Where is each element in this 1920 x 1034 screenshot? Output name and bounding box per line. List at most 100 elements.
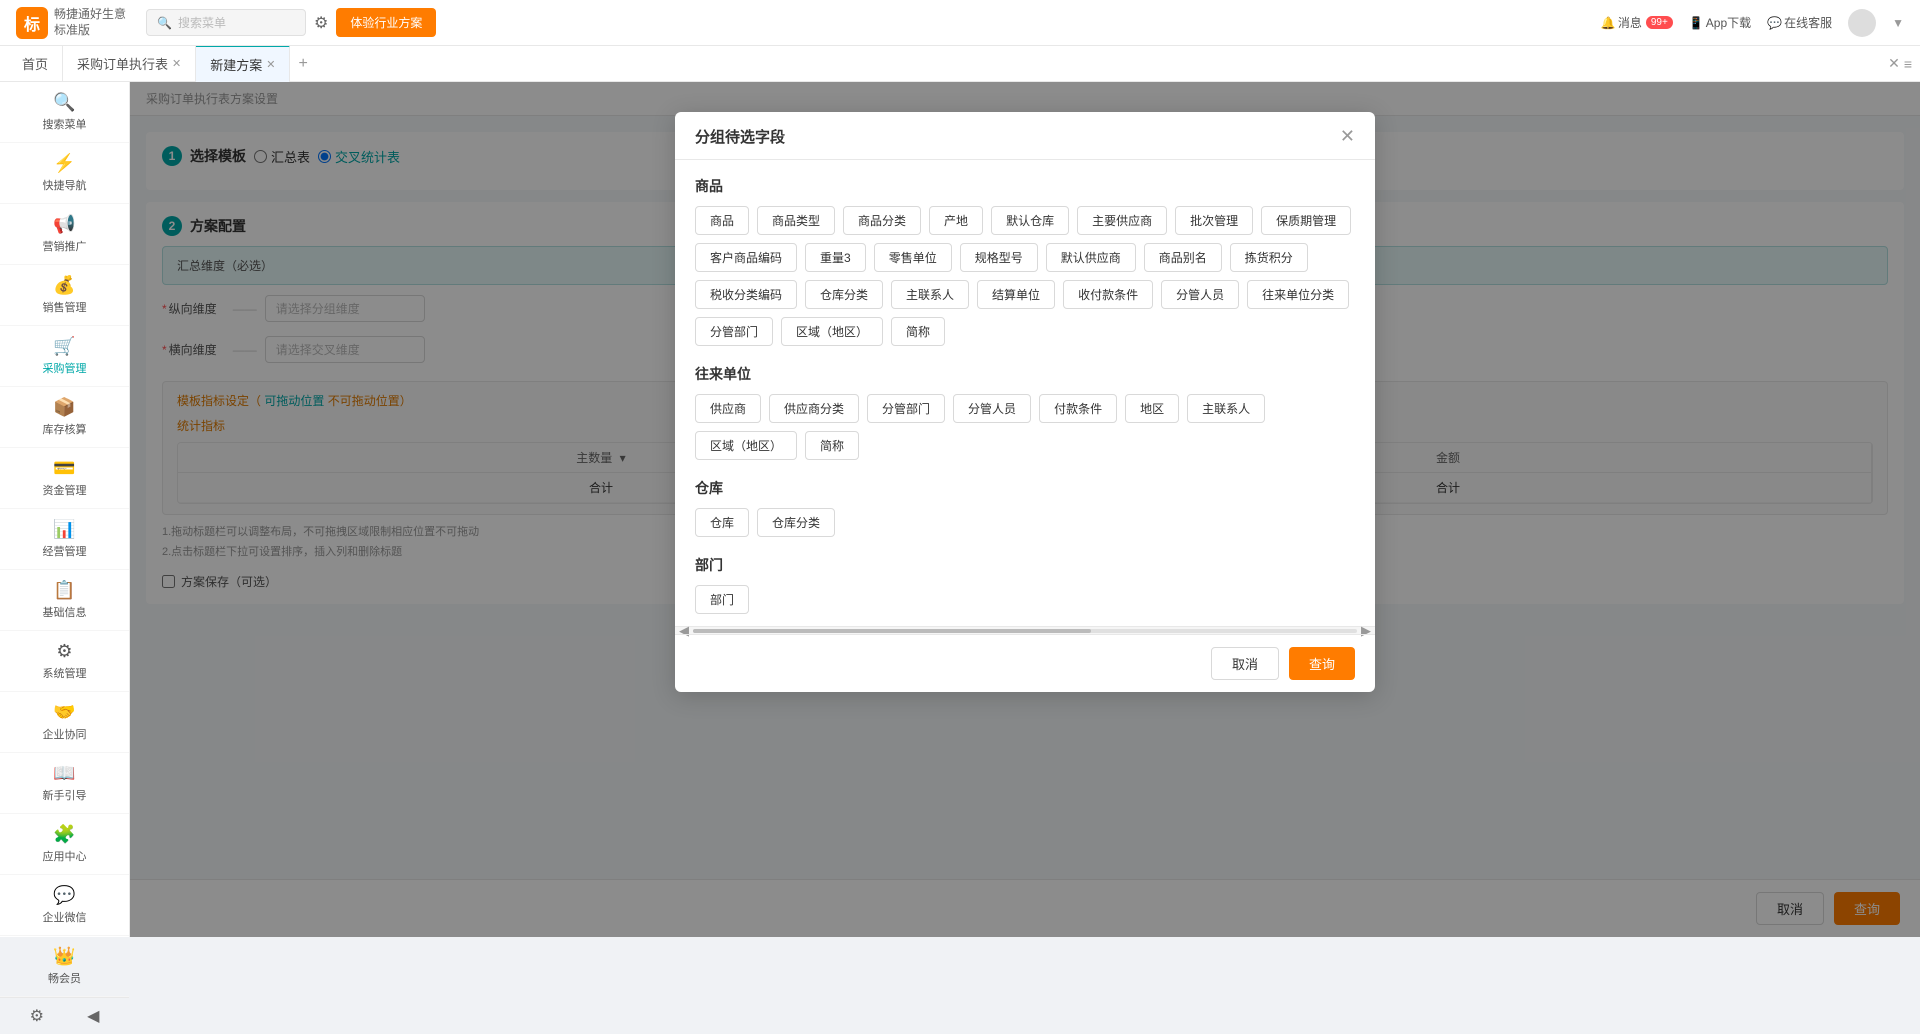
field-tag[interactable]: 区域（地区） [695, 431, 797, 460]
field-tag[interactable]: 保质期管理 [1261, 206, 1351, 235]
sidebar-item-marketing[interactable]: 📢 营销推广 [0, 204, 129, 265]
sidebar-settings-btn[interactable]: ⚙ [30, 1006, 44, 1026]
tab-add-button[interactable]: + [290, 47, 315, 81]
app-center-icon: 🧩 [53, 824, 75, 845]
field-tag[interactable]: 产地 [929, 206, 983, 235]
sidebar-item-finance[interactable]: 💳 资金管理 [0, 448, 129, 509]
field-tag[interactable]: 默认供应商 [1046, 243, 1136, 272]
sidebar-item-quick-nav-label: 快捷导航 [43, 177, 87, 193]
field-tag[interactable]: 零售单位 [874, 243, 952, 272]
field-group-partner: 往来单位 供应商 供应商分类 分管部门 分管人员 付款条件 地区 主联系人 区域… [695, 364, 1355, 460]
notification-label: 消息 [1618, 14, 1642, 31]
modal-body[interactable]: 商品 商品 商品类型 商品分类 产地 默认仓库 主要供应商 批次管理 保质期管理… [675, 160, 1375, 626]
base-info-icon: 📋 [53, 580, 75, 601]
field-tag[interactable]: 部门 [695, 585, 749, 614]
sidebar-item-app-center[interactable]: 🧩 应用中心 [0, 814, 129, 875]
field-tag[interactable]: 分管人员 [953, 394, 1031, 423]
sidebar-item-system[interactable]: ⚙ 系统管理 [0, 631, 129, 692]
hscroll-thumb [693, 629, 1091, 633]
field-group-product-title: 商品 [695, 176, 1355, 196]
sidebar-item-guide[interactable]: 📖 新手引导 [0, 753, 129, 814]
sidebar-item-finance-label: 资金管理 [43, 482, 87, 498]
field-tag[interactable]: 客户商品编码 [695, 243, 797, 272]
quick-nav-icon: ⚡ [53, 153, 75, 174]
field-tag[interactable]: 地区 [1125, 394, 1179, 423]
tab-more-icon[interactable]: ≡ [1904, 56, 1912, 72]
field-tag[interactable]: 付款条件 [1039, 394, 1117, 423]
notification-area[interactable]: 🔔 消息 99+ [1601, 14, 1673, 31]
field-tag[interactable]: 仓库分类 [757, 508, 835, 537]
field-tag[interactable]: 拣货积分 [1230, 243, 1308, 272]
field-tag[interactable]: 供应商分类 [769, 394, 859, 423]
tab-home-label: 首页 [22, 54, 48, 73]
field-group-warehouse-title: 仓库 [695, 478, 1355, 498]
field-tag[interactable]: 分管部门 [867, 394, 945, 423]
modal-confirm-button[interactable]: 查询 [1289, 647, 1355, 680]
field-tag[interactable]: 简称 [891, 317, 945, 346]
sidebar: 🔍 搜索菜单 ⚡ 快捷导航 📢 营销推广 💰 销售管理 🛒 采购管理 📦 库存核… [0, 82, 130, 937]
field-tag[interactable]: 商品类型 [757, 206, 835, 235]
tab-home[interactable]: 首页 [8, 46, 63, 81]
field-tag[interactable]: 主联系人 [891, 280, 969, 309]
sidebar-item-purchase[interactable]: 🛒 采购管理 [0, 326, 129, 387]
header-nav: ⚙ 体验行业方案 [314, 8, 436, 37]
header-search-box[interactable]: 🔍 搜索菜单 [146, 9, 306, 36]
app-download[interactable]: 📱 App下载 [1689, 14, 1751, 31]
field-tag[interactable]: 商品 [695, 206, 749, 235]
sidebar-item-search[interactable]: 🔍 搜索菜单 [0, 82, 129, 143]
field-tag[interactable]: 结算单位 [977, 280, 1055, 309]
user-arrow[interactable]: ▼ [1892, 16, 1904, 30]
field-tag[interactable]: 批次管理 [1175, 206, 1253, 235]
sidebar-item-system-label: 系统管理 [43, 665, 87, 681]
modal-cancel-button[interactable]: 取消 [1211, 647, 1279, 680]
service-label: 在线客服 [1784, 14, 1832, 31]
field-tag[interactable]: 分管人员 [1161, 280, 1239, 309]
field-tag[interactable]: 默认仓库 [991, 206, 1069, 235]
field-tag[interactable]: 规格型号 [960, 243, 1038, 272]
field-tag[interactable]: 收付款条件 [1063, 280, 1153, 309]
field-tag[interactable]: 主要供应商 [1077, 206, 1167, 235]
settings-icon[interactable]: ⚙ [314, 13, 328, 33]
field-tag[interactable]: 商品别名 [1144, 243, 1222, 272]
sidebar-item-member[interactable]: 👑 畅会员 [0, 936, 129, 997]
online-service[interactable]: 💬 在线客服 [1767, 14, 1832, 31]
field-tag[interactable]: 往来单位分类 [1247, 280, 1349, 309]
field-tag[interactable]: 简称 [805, 431, 859, 460]
sidebar-item-operations[interactable]: 📊 经营管理 [0, 509, 129, 570]
logo: 标 畅捷通好生意标准版 [16, 7, 146, 39]
field-tag[interactable]: 分管部门 [695, 317, 773, 346]
tab-purchase-close[interactable]: ✕ [172, 57, 181, 70]
field-tag[interactable]: 仓库分类 [805, 280, 883, 309]
field-tag[interactable]: 商品分类 [843, 206, 921, 235]
modal-header: 分组待选字段 ✕ [675, 112, 1375, 160]
sidebar-item-search-label: 搜索菜单 [43, 116, 87, 132]
field-tag[interactable]: 仓库 [695, 508, 749, 537]
field-tag[interactable]: 重量3 [805, 243, 866, 272]
field-tag[interactable]: 主联系人 [1187, 394, 1265, 423]
sidebar-item-sales[interactable]: 💰 销售管理 [0, 265, 129, 326]
tab-collapse-icon[interactable]: ✕ [1888, 55, 1900, 72]
sidebar-item-inventory[interactable]: 📦 库存核算 [0, 387, 129, 448]
tab-purchase-list[interactable]: 采购订单执行表 ✕ [63, 46, 196, 81]
modal-hscroll[interactable]: ◀ ▶ [675, 626, 1375, 634]
sidebar-item-quick-nav[interactable]: ⚡ 快捷导航 [0, 143, 129, 204]
sidebar-item-collab[interactable]: 🤝 企业协同 [0, 692, 129, 753]
field-group-partner-title: 往来单位 [695, 364, 1355, 384]
logo-text: 畅捷通好生意标准版 [54, 7, 126, 38]
sidebar-collapse-btn[interactable]: ◀ [87, 1006, 99, 1026]
sidebar-item-base-info[interactable]: 📋 基础信息 [0, 570, 129, 631]
field-tag[interactable]: 区域（地区） [781, 317, 883, 346]
operations-icon: 📊 [53, 519, 75, 540]
tab-new-plan-close[interactable]: ✕ [266, 58, 275, 71]
field-group-dept-title: 部门 [695, 555, 1355, 575]
field-group-product: 商品 商品 商品类型 商品分类 产地 默认仓库 主要供应商 批次管理 保质期管理… [695, 176, 1355, 346]
avatar[interactable] [1848, 9, 1876, 37]
sidebar-item-wechat[interactable]: 💬 企业微信 [0, 875, 129, 936]
experience-button[interactable]: 体验行业方案 [336, 8, 436, 37]
field-group-warehouse: 仓库 仓库 仓库分类 [695, 478, 1355, 537]
modal-overlay: 分组待选字段 ✕ 商品 商品 商品类型 商品分类 产地 默认仓库 主要供应商 [130, 82, 1920, 937]
tab-new-plan[interactable]: 新建方案 ✕ [196, 45, 290, 82]
field-tag[interactable]: 供应商 [695, 394, 761, 423]
field-tag[interactable]: 税收分类编码 [695, 280, 797, 309]
modal-close-button[interactable]: ✕ [1340, 126, 1355, 147]
